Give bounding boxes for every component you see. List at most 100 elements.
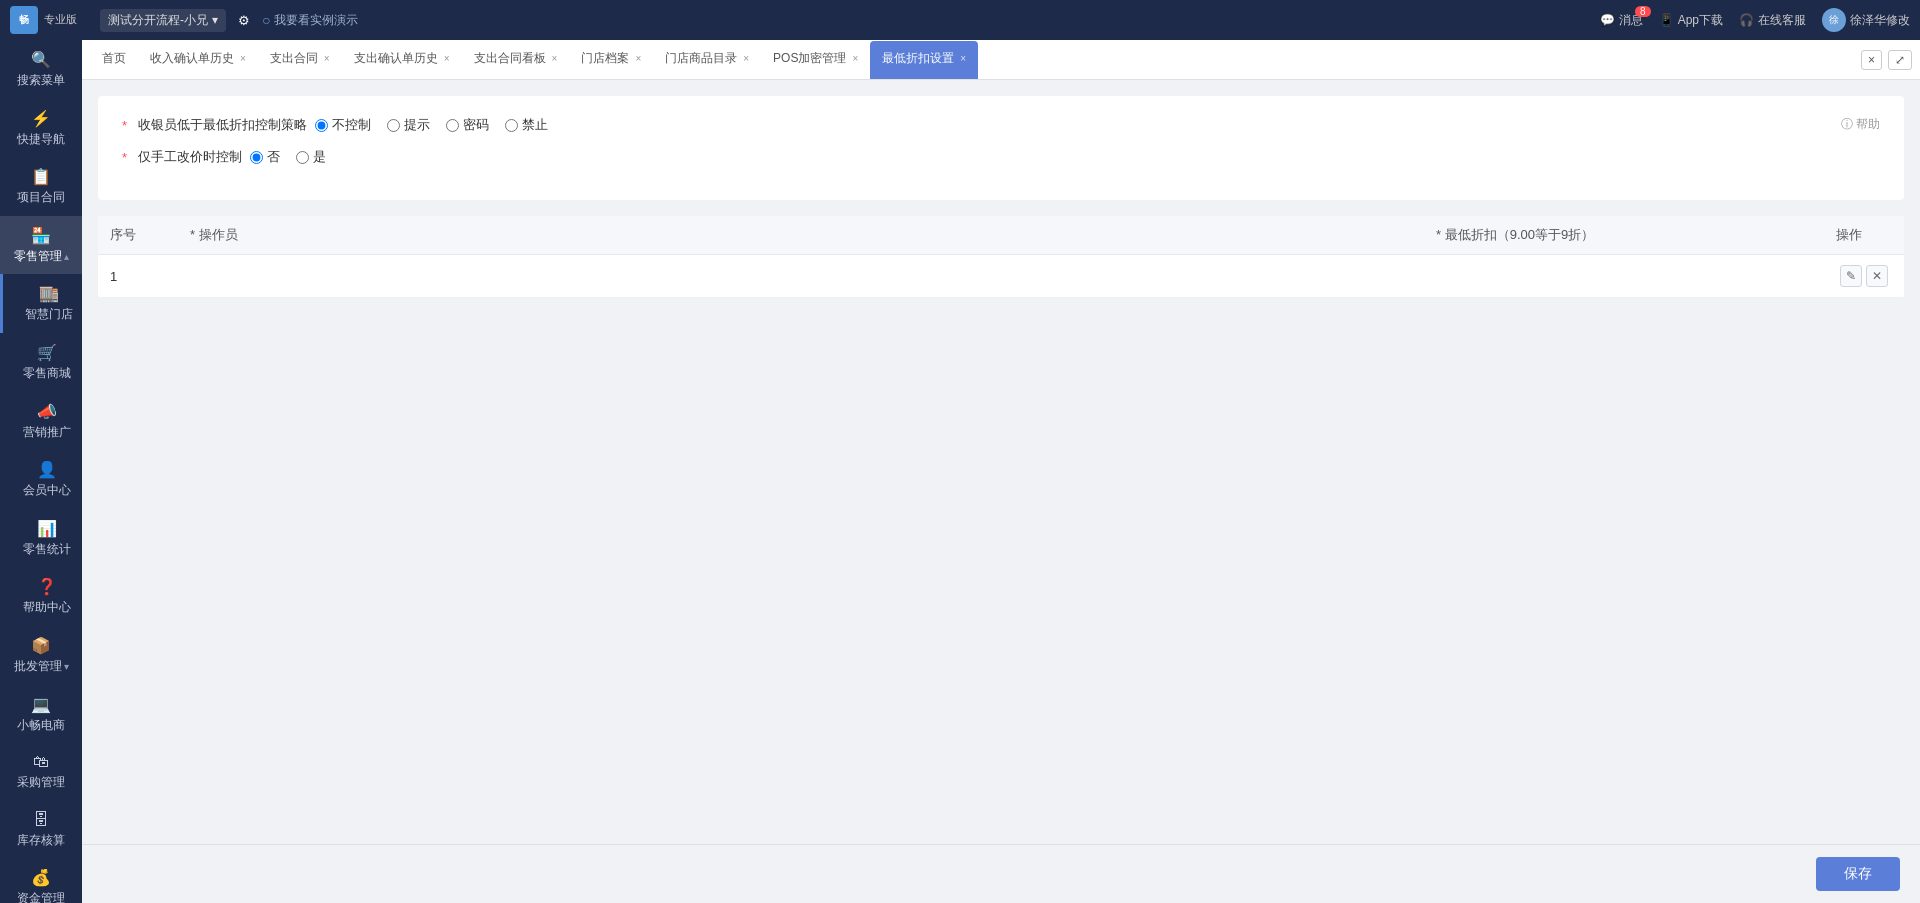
sidebar-item-search-label: 搜索菜单: [17, 73, 65, 89]
table-header-row: 序号 * 操作员 * 最低折扣（9.00等于9折） 操作: [98, 216, 1904, 255]
form-card: * 收银员低于最低折扣控制策略 不控制 提示: [98, 96, 1904, 200]
sidebar-item-purchase-mgmt[interactable]: 🛍 采购管理: [0, 743, 82, 801]
sidebar-item-retail-mgmt-label: 零售管理: [14, 249, 62, 265]
wholesale-mgmt-label-row: 批发管理 ▾: [14, 659, 69, 675]
policy-radio-no-control-label: 不控制: [332, 116, 371, 134]
tab-payment-board-close-icon[interactable]: ×: [552, 53, 558, 64]
user-action[interactable]: 徐 徐泽华修改: [1822, 8, 1910, 32]
sidebar-item-fund-mgmt-label: 资金管理: [17, 891, 65, 903]
policy-radio-group: 不控制 提示 密码: [315, 116, 548, 134]
sidebar-item-quick-nav[interactable]: ⚡ 快捷导航: [0, 99, 82, 158]
message-action[interactable]: 💬 消息 8: [1600, 12, 1643, 29]
tab-pos-password-label: POS加密管理: [773, 50, 846, 67]
table-header: 序号 * 操作员 * 最低折扣（9.00等于9折） 操作: [98, 216, 1904, 255]
tab-close-btn[interactable]: ×: [1861, 50, 1882, 70]
policy-radio-no-control-input[interactable]: [315, 119, 328, 132]
table-section: 序号 * 操作员 * 最低折扣（9.00等于9折） 操作: [98, 216, 1904, 298]
save-button[interactable]: 保存: [1816, 857, 1900, 891]
online-service-action[interactable]: 🎧 在线客服: [1739, 12, 1806, 29]
main-layout: 🔍 搜索菜单 ⚡ 快捷导航 📋 项目合同 🏪 零售管理 ▴ 🏬 智慧门店 🛒 零…: [0, 40, 1920, 903]
tab-min-discount-label: 最低折扣设置: [882, 50, 954, 67]
tab-min-discount-close-icon[interactable]: ×: [960, 53, 966, 64]
col-operator-header: * 操作员: [178, 216, 1424, 255]
retail-mgmt-arrow-icon: ▴: [64, 251, 69, 262]
manual-radio-yes[interactable]: 是: [296, 148, 326, 166]
sidebar-item-ecommerce[interactable]: 💻 小畅电商: [0, 685, 82, 744]
manual-radio-no-input[interactable]: [250, 151, 263, 164]
col-actions-header: 操作: [1824, 216, 1904, 255]
tab-payment-confirm-history[interactable]: 支出确认单历史 ×: [342, 41, 462, 79]
row-discount-cell: [1424, 255, 1824, 298]
wholesale-arrow-icon: ▾: [64, 661, 69, 672]
tab-payment-confirm-history-label: 支出确认单历史: [354, 50, 438, 67]
sidebar-item-member-center[interactable]: 👤 会员中心: [0, 450, 82, 509]
policy-radio-password-input[interactable]: [446, 119, 459, 132]
tab-store-catalog[interactable]: 门店商品目录 ×: [653, 41, 761, 79]
sidebar-item-retail-mall-label: 零售商城: [23, 366, 71, 382]
sidebar-item-marketing[interactable]: 📣 营销推广: [0, 392, 82, 451]
row-edit-btn[interactable]: ✎: [1840, 265, 1862, 287]
app-logo-text: 专业版: [44, 13, 77, 26]
tab-bar: 首页 收入确认单历史 × 支出合同 × 支出确认单历史 × 支出合同看板 × 门…: [82, 40, 1920, 80]
project-selector[interactable]: 测试分开流程-小兄 ▾: [100, 9, 226, 32]
policy-radio-no-control[interactable]: 不控制: [315, 116, 371, 134]
sidebar-item-project-contract[interactable]: 📋 项目合同: [0, 157, 82, 216]
sidebar-item-inventory[interactable]: 🗄 库存核算: [0, 801, 82, 859]
sidebar-item-fund-mgmt[interactable]: 💰 资金管理: [0, 858, 82, 903]
tab-payment-board[interactable]: 支出合同看板 ×: [462, 41, 570, 79]
tab-payment-confirm-history-close-icon[interactable]: ×: [444, 53, 450, 64]
top-header: 畅 专业版 测试分开流程-小兄 ▾ ⚙ 我要看实例演示 💬 消息 8 📱 App…: [0, 0, 1920, 40]
tab-store-archive-close-icon[interactable]: ×: [635, 53, 641, 64]
sidebar-item-retail-stats[interactable]: 📊 零售统计: [0, 509, 82, 568]
row-delete-btn[interactable]: ✕: [1866, 265, 1888, 287]
search-icon: 🔍: [31, 50, 51, 69]
tab-store-archive[interactable]: 门店档案 ×: [569, 41, 653, 79]
purchase-mgmt-icon: 🛍: [33, 753, 49, 771]
tab-home[interactable]: 首页: [90, 41, 138, 79]
row-operator-cell: [178, 255, 1424, 298]
demo-link[interactable]: 我要看实例演示: [262, 12, 358, 29]
marketing-icon: 📣: [37, 402, 57, 421]
tab-min-discount[interactable]: 最低折扣设置 ×: [870, 41, 978, 79]
message-badge: 8: [1635, 6, 1651, 17]
tab-payment-contract[interactable]: 支出合同 ×: [258, 41, 342, 79]
policy-radio-remind-input[interactable]: [387, 119, 400, 132]
help-link-text: 帮助: [1856, 116, 1880, 133]
table-row: 1 ✎ ✕: [98, 255, 1904, 298]
online-service-icon: 🎧: [1739, 13, 1754, 27]
tab-pos-password[interactable]: POS加密管理 ×: [761, 41, 870, 79]
online-service-label: 在线客服: [1758, 12, 1806, 29]
help-link[interactable]: ⓘ 帮助: [1841, 116, 1880, 133]
sidebar-item-wholesale-mgmt[interactable]: 📦 批发管理 ▾: [0, 626, 82, 685]
sidebar-item-help-center[interactable]: ❓ 帮助中心: [0, 567, 82, 626]
tab-store-archive-label: 门店档案: [581, 50, 629, 67]
app-download-action[interactable]: 📱 App下载: [1659, 12, 1723, 29]
policy-radio-forbid-input[interactable]: [505, 119, 518, 132]
tab-store-catalog-close-icon[interactable]: ×: [743, 53, 749, 64]
tab-expand-btn[interactable]: ⤢: [1888, 50, 1912, 70]
project-chevron-icon: ▾: [212, 13, 218, 27]
tab-pos-password-close-icon[interactable]: ×: [852, 53, 858, 64]
tab-income-history-close-icon[interactable]: ×: [240, 53, 246, 64]
manual-label: 仅手工改价时控制: [138, 148, 242, 166]
sidebar-item-search[interactable]: 🔍 搜索菜单: [0, 40, 82, 99]
sidebar: 🔍 搜索菜单 ⚡ 快捷导航 📋 项目合同 🏪 零售管理 ▴ 🏬 智慧门店 🛒 零…: [0, 40, 82, 903]
policy-radio-remind[interactable]: 提示: [387, 116, 430, 134]
tab-income-history[interactable]: 收入确认单历史 ×: [138, 41, 258, 79]
sidebar-item-wholesale-mgmt-label: 批发管理: [14, 659, 62, 675]
sidebar-item-retail-mgmt[interactable]: 🏪 零售管理 ▴: [0, 216, 82, 275]
policy-radio-forbid[interactable]: 禁止: [505, 116, 548, 134]
manual-radio-no[interactable]: 否: [250, 148, 280, 166]
tab-home-label: 首页: [102, 50, 126, 67]
manual-radio-yes-input[interactable]: [296, 151, 309, 164]
sidebar-item-retail-mall[interactable]: 🛒 零售商城: [0, 333, 82, 392]
sidebar-item-member-center-label: 会员中心: [23, 483, 71, 499]
policy-radio-password[interactable]: 密码: [446, 116, 489, 134]
sidebar-item-marketing-label: 营销推广: [23, 425, 71, 441]
tab-payment-contract-close-icon[interactable]: ×: [324, 53, 330, 64]
quick-nav-icon: ⚡: [31, 109, 51, 128]
sidebar-item-smart-store[interactable]: 🏬 智慧门店: [0, 274, 82, 333]
member-center-icon: 👤: [37, 460, 57, 479]
project-settings-icon[interactable]: ⚙: [234, 10, 254, 30]
tab-payment-contract-label: 支出合同: [270, 50, 318, 67]
